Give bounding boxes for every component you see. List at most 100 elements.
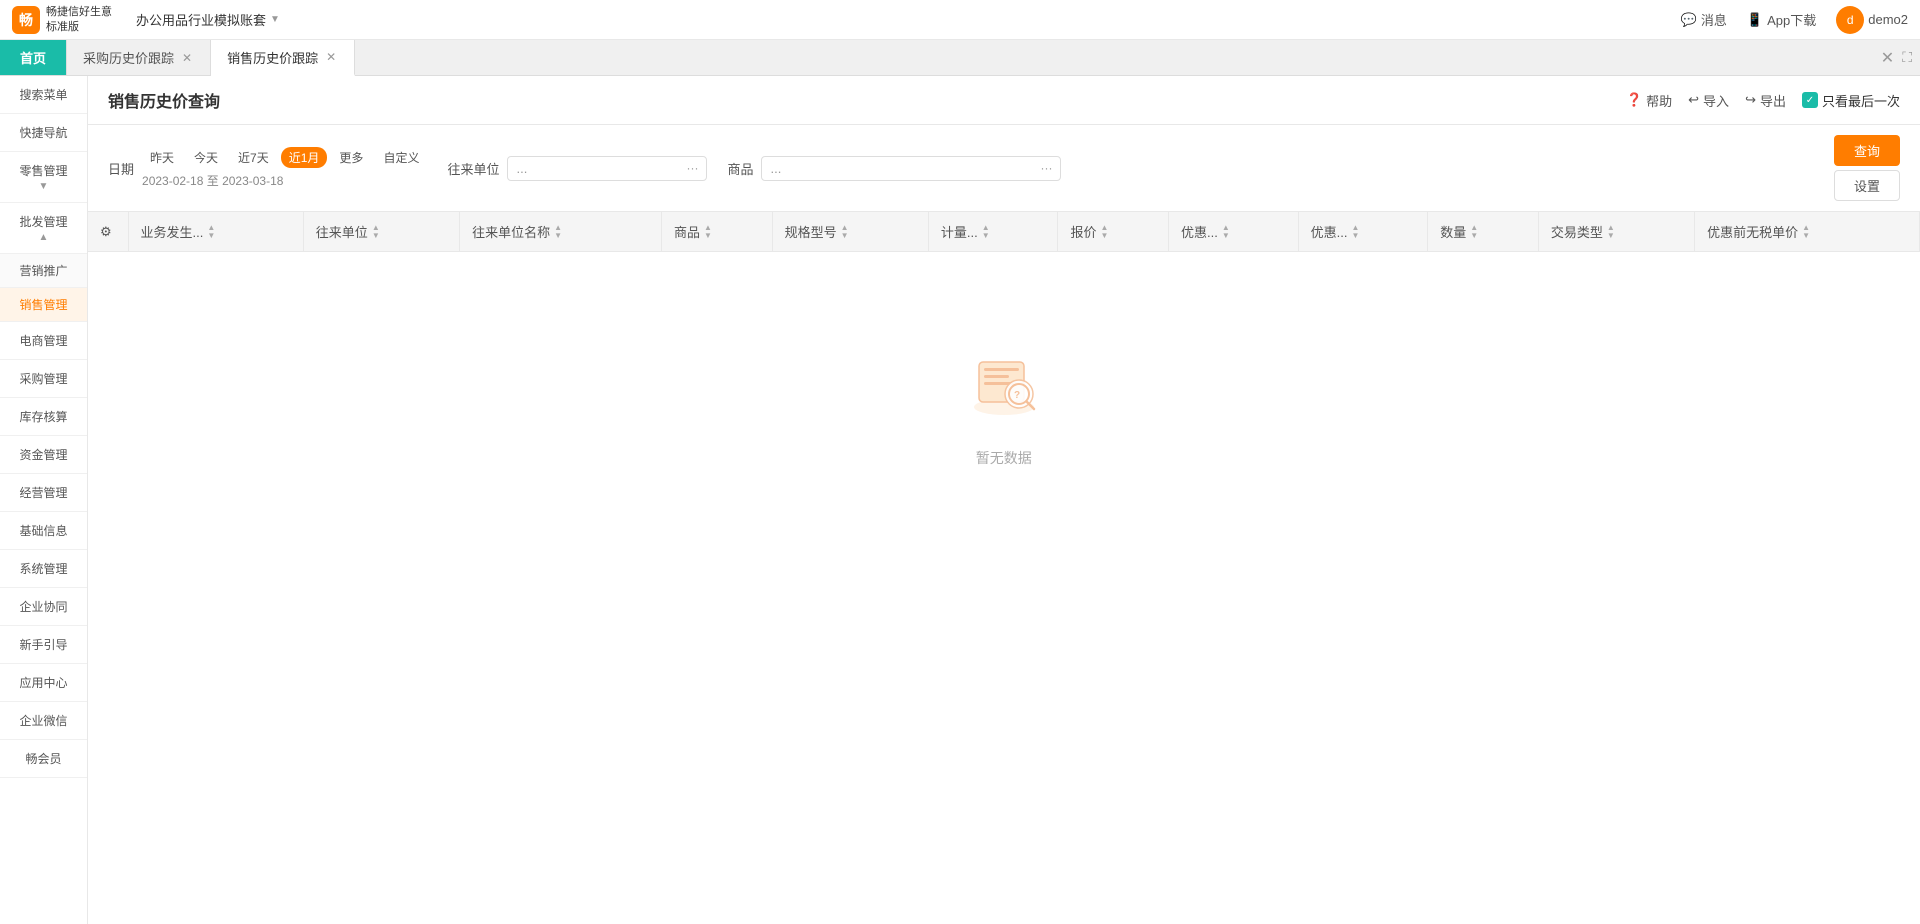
sort-icon: ▲▼ bbox=[1222, 224, 1230, 240]
inventory-label: 库存核算 bbox=[19, 408, 67, 425]
sidebar-item-app-center[interactable]: 应用中心 bbox=[0, 664, 87, 702]
tab-bar: 首页 采购历史价跟踪 ✕ 销售历史价跟踪 ✕ ✕ ⛶ bbox=[0, 40, 1920, 76]
only-last-checkbox-area[interactable]: ✓ 只看最后一次 bbox=[1802, 91, 1900, 110]
sort-icon: ▲▼ bbox=[1100, 224, 1108, 240]
sidebar-item-quick-nav[interactable]: 快捷导航 bbox=[0, 114, 87, 152]
th-trade-type[interactable]: 交易类型 ▲▼ bbox=[1538, 212, 1694, 252]
help-button[interactable]: ❓ 帮助 bbox=[1626, 91, 1672, 110]
sidebar-item-system[interactable]: 系统管理 bbox=[0, 550, 87, 588]
wholesale-mgmt-arrow-icon: ▲ bbox=[39, 232, 49, 243]
sidebar-item-retail-mgmt[interactable]: 零售管理 ▼ bbox=[0, 152, 87, 203]
product-input[interactable]: ... ··· bbox=[761, 156, 1061, 181]
date-btn-yesterday[interactable]: 昨天 bbox=[142, 147, 182, 168]
sidebar-item-wholesale-mgmt[interactable]: 批发管理 ▲ bbox=[0, 203, 87, 254]
date-buttons: 昨天 今天 近7天 近1月 更多 自定义 bbox=[142, 147, 427, 168]
tab-sales-history[interactable]: 销售历史价跟踪 ✕ bbox=[211, 40, 355, 76]
search-menu-label: 搜索菜单 bbox=[19, 86, 67, 103]
sidebar-item-search-menu[interactable]: 搜索菜单 bbox=[0, 76, 87, 114]
import-icon: ↩ bbox=[1688, 92, 1699, 108]
app-download-button[interactable]: 📱 App下载 bbox=[1747, 10, 1816, 29]
ecommerce-label: 电商管理 bbox=[19, 332, 67, 349]
phone-icon: 📱 bbox=[1747, 12, 1763, 28]
sort-icon: ▲▼ bbox=[982, 224, 990, 240]
header-actions: ❓ 帮助 ↩ 导入 ↪ 导出 ✓ 只看最后一次 bbox=[1626, 91, 1900, 110]
user-area[interactable]: d demo2 bbox=[1836, 6, 1908, 34]
sort-icon: ▲▼ bbox=[554, 224, 562, 240]
th-discount1[interactable]: 优惠... ▲▼ bbox=[1169, 212, 1299, 252]
empty-state-cell: ? 暂无数据 bbox=[88, 252, 1920, 549]
breadcrumb-arrow-icon[interactable]: ▼ bbox=[270, 14, 280, 25]
sidebar-item-enterprise-wechat[interactable]: 企业微信 bbox=[0, 702, 87, 740]
help-icon: ❓ bbox=[1626, 92, 1642, 108]
sidebar-item-ecommerce[interactable]: 电商管理 bbox=[0, 322, 87, 360]
vip-label: 畅会员 bbox=[25, 750, 61, 767]
date-btn-today[interactable]: 今天 bbox=[186, 147, 226, 168]
date-range-text: 2023-02-18 至 2023-03-18 bbox=[142, 172, 427, 189]
logo-area: 畅 畅捷信好生意 标准版 bbox=[12, 5, 112, 34]
sidebar-item-basic-info[interactable]: 基础信息 bbox=[0, 512, 87, 550]
export-icon: ↪ bbox=[1745, 92, 1756, 108]
th-partner-name[interactable]: 往来单位名称 ▲▼ bbox=[460, 212, 662, 252]
sidebar-item-marketing[interactable]: 营销推广 bbox=[0, 254, 87, 288]
date-btn-1month[interactable]: 近1月 bbox=[281, 147, 328, 168]
th-product[interactable]: 商品 ▲▼ bbox=[662, 212, 773, 252]
tab-sales-label: 销售历史价跟踪 bbox=[227, 48, 318, 67]
filter-bar: 日期 昨天 今天 近7天 近1月 更多 自定义 2023-02-18 至 202… bbox=[88, 125, 1920, 212]
quick-nav-label: 快捷导航 bbox=[19, 124, 67, 141]
enterprise-coop-label: 企业协同 bbox=[19, 598, 67, 615]
operations-label: 经营管理 bbox=[19, 484, 67, 501]
tab-purchase-close-icon[interactable]: ✕ bbox=[180, 51, 194, 65]
import-button[interactable]: ↩ 导入 bbox=[1688, 91, 1729, 110]
tab-purchase-history[interactable]: 采购历史价跟踪 ✕ bbox=[67, 40, 211, 75]
partner-input[interactable]: ... ··· bbox=[507, 156, 707, 181]
main-layout: 搜索菜单 快捷导航 零售管理 ▼ 批发管理 ▲ 营销推广 销售管理 电商管理 采… bbox=[0, 76, 1920, 924]
sort-icon: ▲▼ bbox=[1607, 224, 1615, 240]
th-unit[interactable]: 计量... ▲▼ bbox=[928, 212, 1058, 252]
partner-filter-group: 往来单位 ... ··· bbox=[447, 156, 707, 181]
th-pre-tax-price[interactable]: 优惠前无税单价 ▲▼ bbox=[1695, 212, 1920, 252]
page-header: 销售历史价查询 ❓ 帮助 ↩ 导入 ↪ 导出 ✓ bbox=[88, 76, 1920, 125]
breadcrumb: 办公用品行业模拟账套 ▼ bbox=[136, 10, 280, 29]
tab-close-all-icon[interactable]: ✕ bbox=[1881, 48, 1894, 68]
date-label: 日期 bbox=[108, 159, 134, 178]
tab-maximize-icon[interactable]: ⛶ bbox=[1902, 49, 1912, 66]
sidebar-item-vip[interactable]: 畅会员 bbox=[0, 740, 87, 778]
only-last-checkbox[interactable]: ✓ bbox=[1802, 92, 1818, 108]
new-guide-label: 新手引导 bbox=[19, 636, 67, 653]
th-price[interactable]: 报价 ▲▼ bbox=[1058, 212, 1169, 252]
th-spec[interactable]: 规格型号 ▲▼ bbox=[772, 212, 928, 252]
tab-home[interactable]: 首页 bbox=[0, 40, 67, 75]
query-button[interactable]: 查询 bbox=[1834, 135, 1900, 166]
sidebar-item-operations[interactable]: 经营管理 bbox=[0, 474, 87, 512]
top-bar-left: 畅 畅捷信好生意 标准版 办公用品行业模拟账套 ▼ bbox=[12, 5, 280, 34]
sidebar-item-capital[interactable]: 资金管理 bbox=[0, 436, 87, 474]
export-button[interactable]: ↪ 导出 bbox=[1745, 91, 1786, 110]
sidebar-item-enterprise-coop[interactable]: 企业协同 bbox=[0, 588, 87, 626]
th-biz-date[interactable]: 业务发生... ▲▼ bbox=[128, 212, 303, 252]
logo-icon: 畅 bbox=[12, 6, 40, 34]
date-btn-7days[interactable]: 近7天 bbox=[230, 147, 277, 168]
empty-state: ? 暂无数据 bbox=[88, 252, 1920, 548]
sort-icon: ▲▼ bbox=[704, 224, 712, 240]
th-discount2[interactable]: 优惠... ▲▼ bbox=[1298, 212, 1428, 252]
page-title-row: 销售历史价查询 ❓ 帮助 ↩ 导入 ↪ 导出 ✓ bbox=[108, 88, 1900, 112]
message-icon: 💬 bbox=[1681, 12, 1697, 28]
tab-sales-close-icon[interactable]: ✕ bbox=[324, 50, 338, 64]
sidebar-item-inventory[interactable]: 库存核算 bbox=[0, 398, 87, 436]
th-partner-code[interactable]: 往来单位 ▲▼ bbox=[303, 212, 459, 252]
message-button[interactable]: 💬 消息 bbox=[1681, 10, 1727, 29]
date-btn-custom[interactable]: 自定义 bbox=[375, 147, 427, 168]
th-quantity[interactable]: 数量 ▲▼ bbox=[1428, 212, 1539, 252]
sidebar-item-new-guide[interactable]: 新手引导 bbox=[0, 626, 87, 664]
app-center-label: 应用中心 bbox=[19, 674, 67, 691]
settings-button[interactable]: 设置 bbox=[1834, 170, 1900, 201]
sidebar-item-sales-mgmt[interactable]: 销售管理 bbox=[0, 288, 87, 322]
table-header-row: ⚙ 业务发生... ▲▼ 往来单位 ▲▼ bbox=[88, 212, 1920, 252]
sidebar-item-purchase[interactable]: 采购管理 bbox=[0, 360, 87, 398]
th-gear[interactable]: ⚙ bbox=[88, 212, 128, 252]
sort-icon: ▲▼ bbox=[841, 224, 849, 240]
date-btn-more[interactable]: 更多 bbox=[331, 147, 371, 168]
breadcrumb-text: 办公用品行业模拟账套 bbox=[136, 10, 266, 29]
partner-input-placeholder: ... bbox=[516, 161, 686, 176]
partner-dots-icon: ··· bbox=[686, 161, 698, 175]
